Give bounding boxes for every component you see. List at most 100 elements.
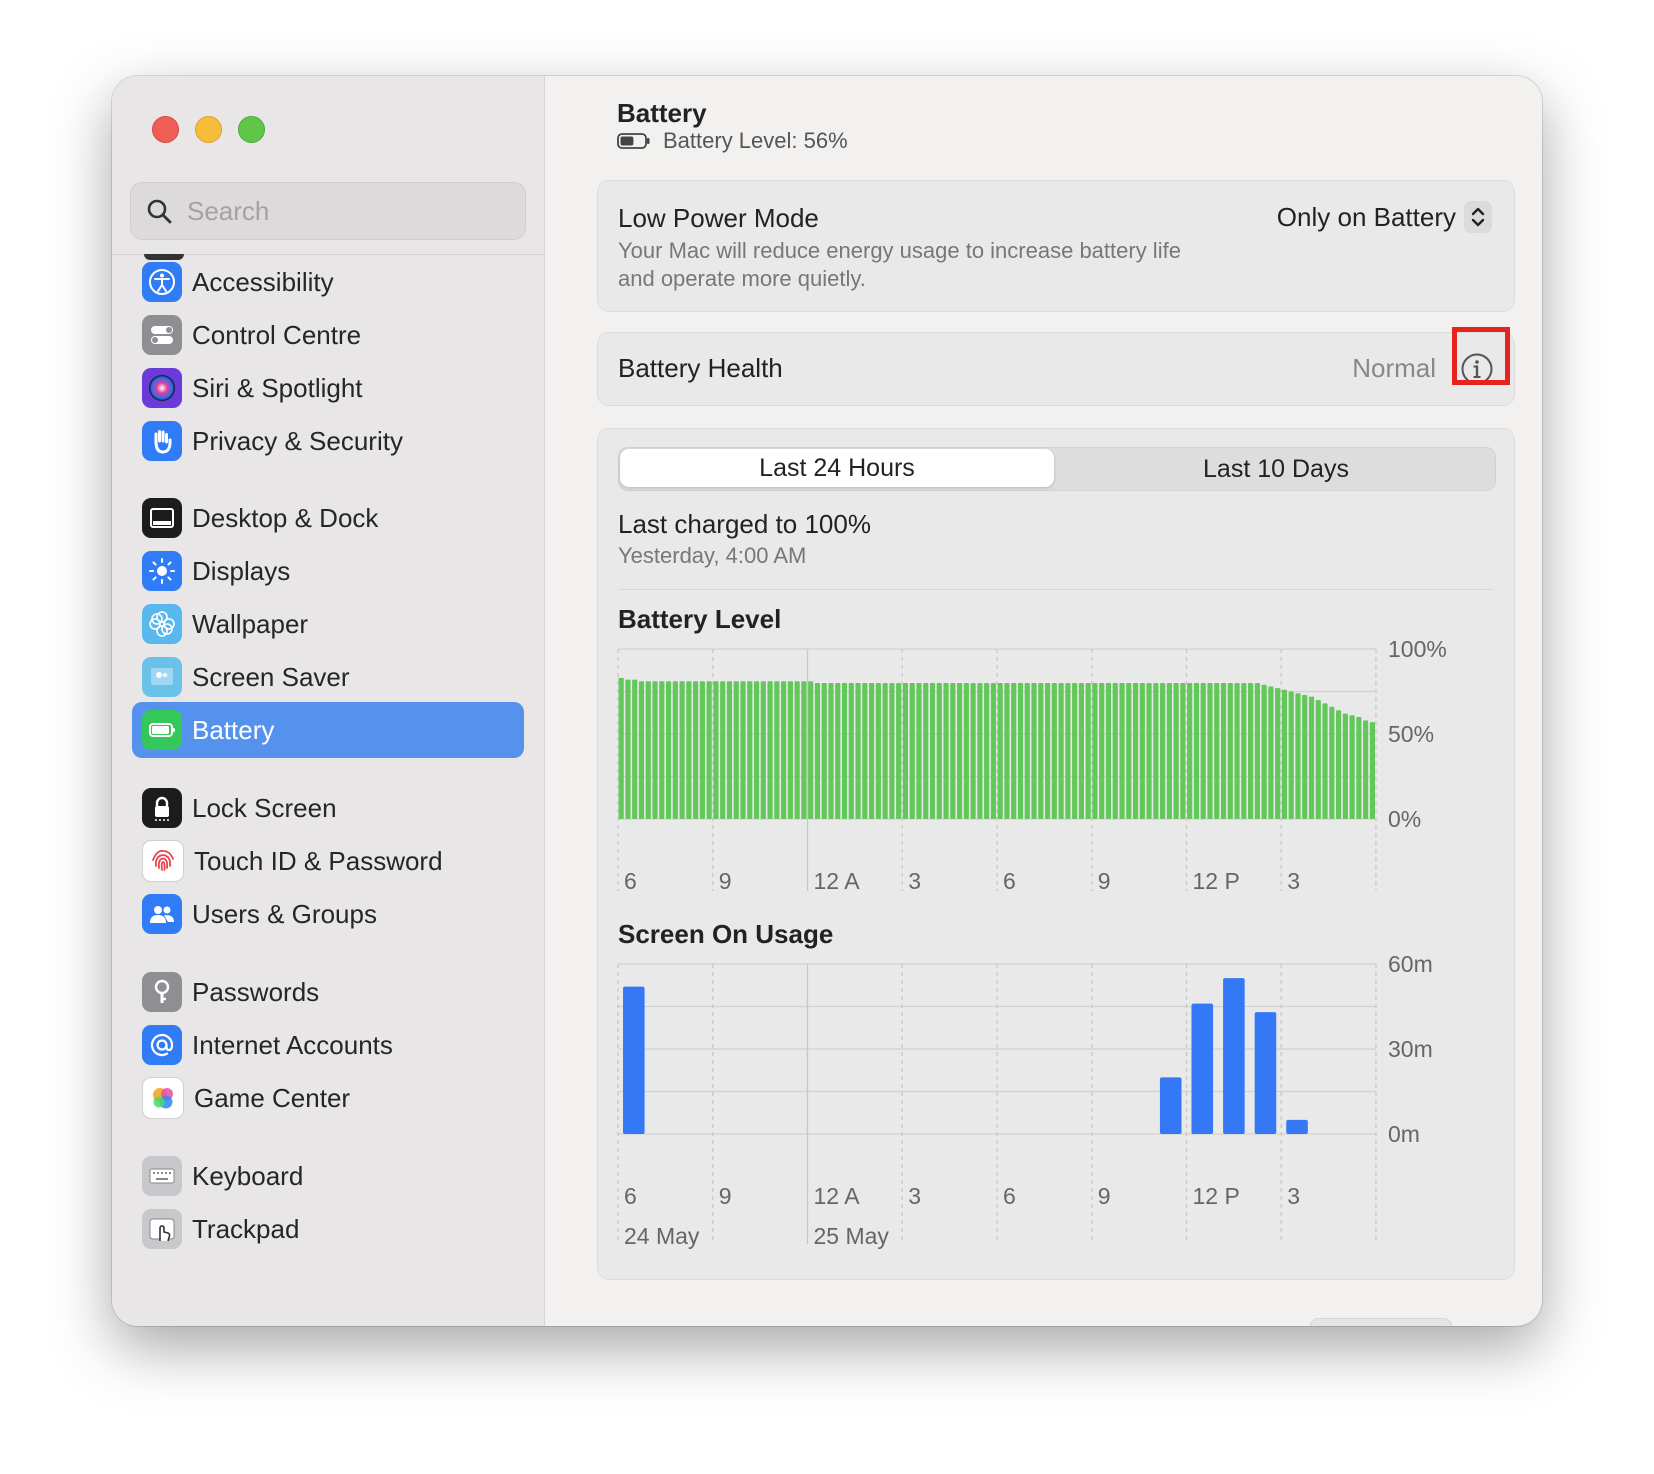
battery-level-bar	[889, 683, 895, 819]
battery-level-bar	[1011, 683, 1017, 819]
sidebar-item-displays[interactable]: Displays	[132, 543, 524, 599]
battery-level-bar	[990, 683, 996, 819]
battery-level-bar	[1281, 689, 1288, 819]
sidebar-item-users-groups[interactable]: Users & Groups	[132, 886, 524, 942]
battery-level-bar	[672, 681, 678, 819]
sidebar-item-trackpad[interactable]: Trackpad	[132, 1201, 524, 1257]
battery-level-bar	[747, 681, 753, 819]
screen-usage-bar	[1223, 978, 1245, 1134]
search-icon	[147, 199, 172, 224]
battery-level-bar	[1112, 683, 1118, 819]
sidebar-item-screen-saver[interactable]: Screen Saver	[132, 649, 524, 705]
battery-level-bar	[781, 681, 787, 819]
minimize-button[interactable]	[195, 116, 222, 143]
game-center-icon	[142, 1077, 184, 1119]
battery-level-bar	[733, 681, 739, 819]
sidebar-item-control-centre[interactable]: Control Centre	[132, 307, 524, 363]
screen-usage-bar	[1159, 1077, 1182, 1134]
low-power-card: Low Power Mode Your Mac will reduce ener…	[597, 180, 1515, 312]
screen-usage-chart: 6 9 12 A 3 6 9 12 P 3 60m 30m 0m 24 May 25 May	[617, 951, 1433, 1249]
battery-level-bar	[916, 683, 922, 819]
sidebar-item-label: Touch ID & Password	[194, 845, 443, 876]
x-tick-label: 12 P	[1193, 1183, 1240, 1209]
battery-level-bar	[801, 681, 807, 819]
battery-level-bar	[1349, 715, 1355, 819]
battery-level-bar	[618, 677, 624, 819]
battery-health-card: Battery Health Normal	[597, 332, 1515, 406]
sidebar-item-label: Control Centre	[192, 319, 362, 350]
last-charged-time: Yesterday, 4:00 AM	[618, 543, 807, 568]
battery-level-bar	[1078, 683, 1084, 819]
battery-level-bar	[659, 681, 665, 819]
sidebar-item-wallpaper[interactable]: Wallpaper	[132, 596, 524, 652]
x-tick-label: 3	[908, 1183, 921, 1209]
screen-usage-bar	[1254, 1012, 1277, 1134]
battery-level-bar	[956, 683, 963, 819]
battery-level-bar	[984, 683, 990, 819]
sidebar-item-label: Desktop & Dock	[192, 502, 379, 533]
battery-level-bar	[1308, 696, 1315, 819]
x-tick-label: 6	[624, 868, 637, 894]
battery-level-bar	[1200, 683, 1206, 819]
x-tick-label: 12 P	[1193, 868, 1240, 894]
screen-usage-chart-title: Screen On Usage	[618, 919, 834, 949]
tab-last-24-hours[interactable]: Last 24 Hours	[620, 449, 1054, 487]
siri-icon	[142, 368, 182, 408]
x-tick-label: 3	[1287, 868, 1300, 894]
last-charged-title: Last charged to 100%	[618, 509, 871, 539]
y-tick-label: 0%	[1388, 806, 1421, 832]
battery-level-bar	[720, 681, 726, 819]
at-icon	[142, 1025, 182, 1065]
battery-level-bar	[923, 683, 929, 819]
date-label: 25 May	[814, 1223, 890, 1249]
search-field[interactable]	[130, 182, 526, 240]
sidebar-item-label: Displays	[192, 555, 291, 586]
sidebar-item-game-center[interactable]: Game Center	[132, 1070, 524, 1126]
battery-level-bar	[679, 681, 685, 819]
low-power-title: Low Power Mode	[618, 203, 819, 233]
search-input[interactable]	[185, 194, 509, 228]
flower-icon	[142, 604, 182, 644]
battery-icon	[617, 133, 650, 149]
sidebar-item-desktop-dock[interactable]: Desktop & Dock	[132, 490, 524, 546]
battery-level-bar	[1153, 683, 1159, 819]
battery-level-bar	[936, 683, 942, 819]
battery-level-bar	[896, 683, 902, 819]
sidebar-item-siri-spotlight[interactable]: Siri & Spotlight	[132, 360, 524, 416]
x-tick-label: 6	[624, 1183, 637, 1209]
x-tick-label: 3	[1287, 1183, 1300, 1209]
battery-level-bar	[1268, 686, 1274, 819]
sidebar-item-accessibility[interactable]: Accessibility	[132, 254, 524, 310]
accessibility-icon	[142, 262, 182, 302]
screen-saver-icon	[142, 657, 182, 697]
sidebar-item-label: Keyboard	[192, 1160, 304, 1191]
sidebar-item-label: Battery	[192, 714, 275, 745]
battery-level-bar	[1038, 683, 1044, 819]
battery-level-bar	[950, 683, 956, 819]
low-power-description: Your Mac will reduce energy usage to inc…	[618, 238, 1181, 291]
low-power-select[interactable]: Only on Battery	[1277, 201, 1492, 233]
battery-level-bar	[1024, 683, 1030, 819]
battery-level-bar	[875, 683, 881, 819]
battery-level-bar	[1017, 683, 1024, 819]
battery-level-bar	[1288, 691, 1294, 819]
x-tick-label: 12 A	[814, 1183, 861, 1209]
usage-card: Last 24 Hours Last 10 Days Last charged …	[597, 428, 1515, 1280]
sidebar-item-privacy-security[interactable]: Privacy & Security	[132, 413, 524, 469]
battery-level-bar	[963, 683, 969, 819]
tab-last-10-days[interactable]: Last 10 Days	[1057, 448, 1495, 490]
close-button[interactable]	[152, 116, 179, 143]
sidebar-item-passwords[interactable]: Passwords	[132, 964, 524, 1020]
battery-level-bar	[970, 683, 976, 819]
battery-level-bar	[1132, 683, 1139, 819]
battery-level-bar	[1248, 683, 1254, 819]
sidebar-item-battery[interactable]: Battery	[132, 702, 524, 758]
battery-level-bar	[713, 681, 719, 819]
sidebar-item-lock-screen[interactable]: Lock Screen	[132, 780, 524, 836]
sidebar-item-keyboard[interactable]: Keyboard	[132, 1148, 524, 1204]
battery-level-bar	[1004, 683, 1010, 819]
zoom-button[interactable]	[238, 116, 265, 143]
battery-level-bar	[774, 681, 780, 819]
sidebar-item-touch-id-password[interactable]: Touch ID & Password	[132, 833, 524, 889]
sidebar-item-internet-accounts[interactable]: Internet Accounts	[132, 1017, 524, 1073]
